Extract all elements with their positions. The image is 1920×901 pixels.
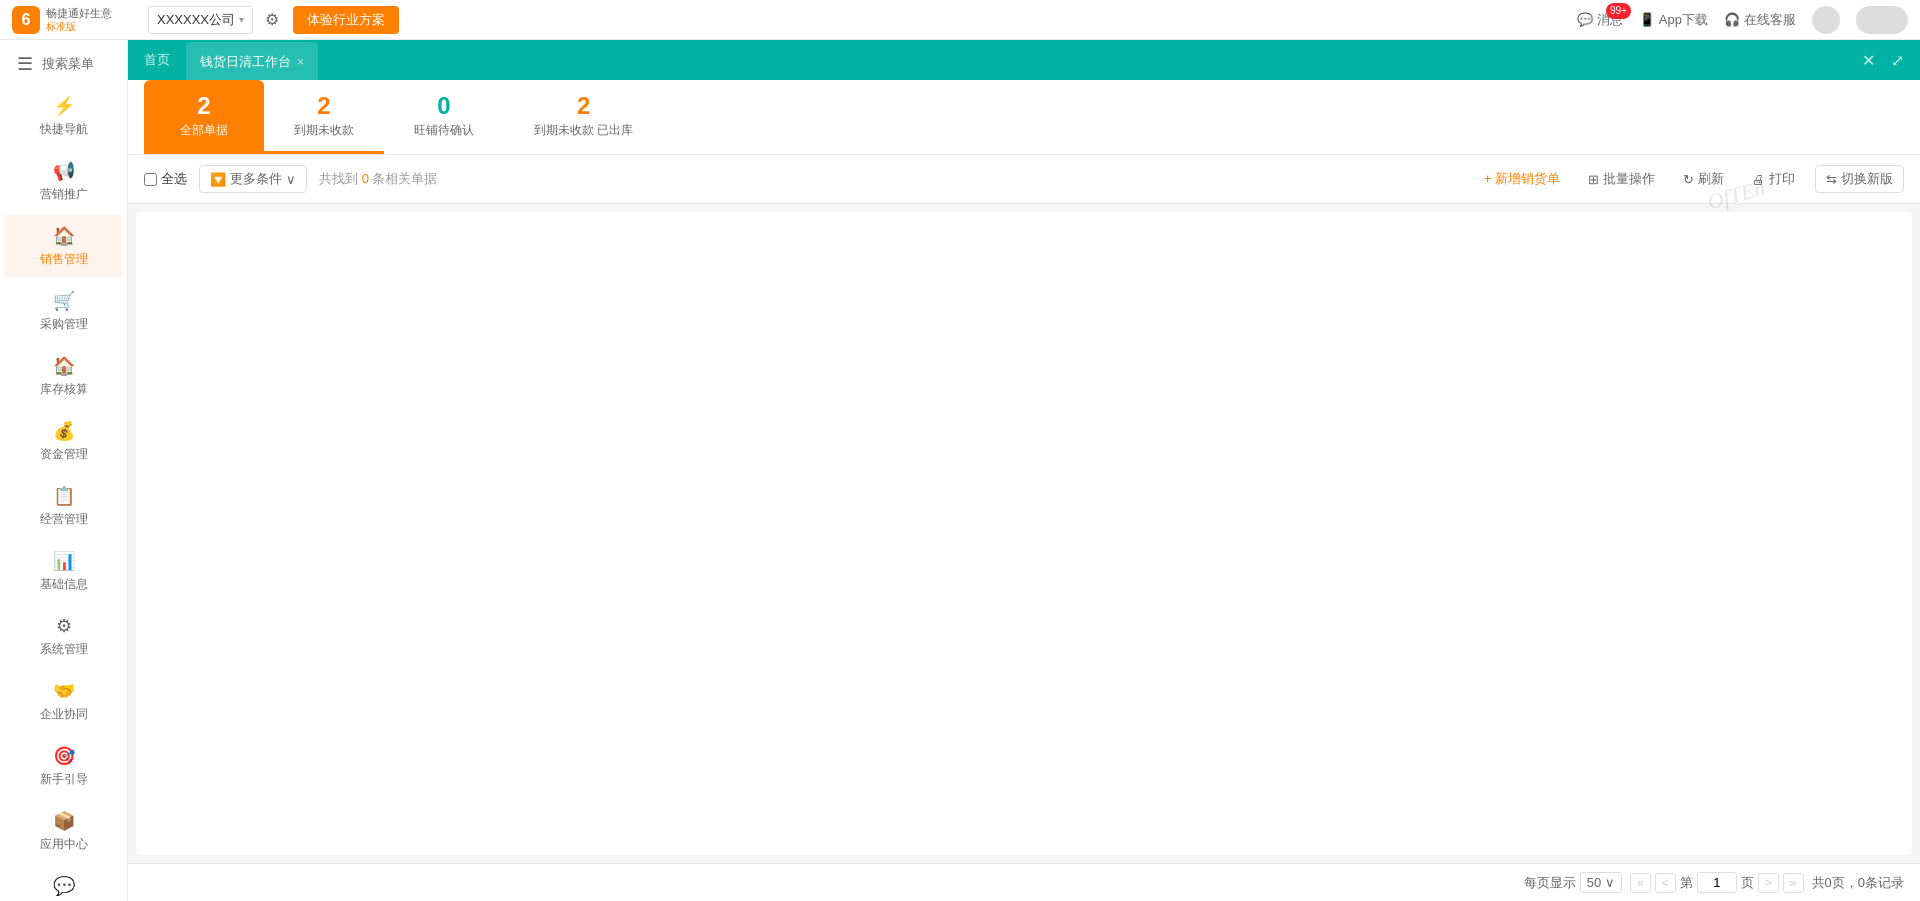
window-close-icon[interactable]: ✕ [1858,49,1879,72]
enterprise-icon: 🤝 [53,680,75,702]
stat-all[interactable]: 2 全部单据 [144,80,264,154]
sidebar-item-basic-info[interactable]: 📊 基础信息 [4,540,123,603]
last-page-button[interactable]: » [1783,873,1804,893]
sidebar-item-quick-nav[interactable]: ⚡ 快捷导航 [4,85,123,148]
page-size-chevron-icon: ∨ [1605,875,1615,890]
company-selector[interactable]: XXXXXX公司 ▾ [148,6,253,34]
found-count-text: 共找到 0 条相关单据 [319,170,437,188]
sidebar-item-search[interactable]: ☰ 搜索菜单 [4,45,123,83]
inventory-icon: 🏠 [53,355,75,377]
message-badge: 99+ [1606,3,1631,19]
user-name-placeholder[interactable] [1856,6,1908,34]
stat-overdue-unshipped[interactable]: 2 到期未收款 已出库 [504,80,663,154]
tab-bar: 首页 钱货日清工作台 × ✕ ⤢ [128,40,1920,80]
header-right: 💬 消息 99+ 📱 App下载 🎧 在线客服 [1577,6,1908,34]
select-all-input[interactable] [144,173,157,186]
switch-version-button[interactable]: ⇆ 切换新版 [1815,165,1904,193]
stat-overdue-unpaid[interactable]: 2 到期未收款 [264,80,384,154]
print-button[interactable]: 🖨 打印 [1744,166,1803,192]
total-records-text: 共0页，0条记录 [1812,874,1904,892]
sidebar-item-enterprise[interactable]: 🤝 企业协同 [4,670,123,733]
top-header: 6 畅捷通好生意 标准版 XXXXXX公司 ▾ ⚙ 体验行业方案 💬 消息 99… [0,0,1920,40]
found-count-number: 0 [362,171,369,186]
stats-bar: 2 全部单据 2 到期未收款 0 旺铺待确认 2 到期未收款 已出库 [128,80,1920,155]
app-center-icon: 📦 [53,810,75,832]
sidebar-item-finance[interactable]: 💰 资金管理 [4,410,123,473]
marketing-icon: 📢 [53,160,75,182]
settings-icon[interactable]: ⚙ [261,6,283,33]
download-icon: 📱 [1639,12,1655,27]
sidebar-item-inventory[interactable]: 🏠 库存核算 [4,345,123,408]
new-sales-order-button[interactable]: + 新增销货单 [1476,166,1568,192]
finance-icon: 💰 [53,420,75,442]
sidebar-item-system[interactable]: ⚙ 系统管理 [4,605,123,668]
switch-icon: ⇆ [1826,172,1837,187]
sidebar-item-purchase[interactable]: 🛒 采购管理 [4,280,123,343]
next-page-button[interactable]: > [1758,873,1779,893]
sidebar-item-operations[interactable]: 📋 经营管理 [4,475,123,538]
page-size-box[interactable]: 50 ∨ [1580,872,1622,893]
logo-icon: 6 [12,6,40,34]
page-navigation: « < 第 页 > » [1630,872,1803,893]
print-icon: 🖨 [1752,172,1765,187]
toolbar: 全选 🔽 更多条件 ∨ 共找到 0 条相关单据 + 新增销货单 ⊞ 批量 [128,155,1920,204]
service-icon: 🎧 [1724,12,1740,27]
pagination-bar: 每页显示 50 ∨ « < 第 页 > » 共0页，0条记录 [128,863,1920,901]
trial-button[interactable]: 体验行业方案 [293,6,399,34]
basic-info-icon: 📊 [53,550,75,572]
chevron-down-icon: ▾ [239,14,244,25]
wecom-icon: 💬 [53,875,75,897]
window-expand-icon[interactable]: ⤢ [1887,49,1908,72]
sidebar-item-marketing[interactable]: 📢 营销推广 [4,150,123,213]
user-avatar[interactable] [1812,6,1840,34]
batch-operation-button[interactable]: ⊞ 批量操作 [1580,166,1663,192]
purchase-icon: 🛒 [53,290,75,312]
app-download-button[interactable]: 📱 App下载 [1639,11,1708,29]
guide-icon: 🎯 [53,745,75,767]
message-button[interactable]: 💬 消息 99+ [1577,11,1623,29]
main-content: 首页 钱货日清工作台 × ✕ ⤢ 2 全部单据 2 到期未收款 [128,40,1920,901]
sidebar-item-sales[interactable]: 🏠 销售管理 [4,215,123,278]
sidebar-item-guide[interactable]: 🎯 新手引导 [4,735,123,798]
sidebar-item-app-center[interactable]: 📦 应用中心 [4,800,123,863]
first-page-button[interactable]: « [1630,873,1651,893]
sales-icon: 🏠 [53,225,75,247]
data-table [136,212,1912,855]
logo-area: 6 畅捷通好生意 标准版 [12,6,140,34]
tab-home[interactable]: 首页 [128,40,186,80]
refresh-icon: ↻ [1683,172,1694,187]
tab-bar-actions: ✕ ⤢ [1858,49,1920,72]
sidebar: ☰ 搜索菜单 ⚡ 快捷导航 📢 营销推广 🏠 销售管理 🛒 采购管理 🏠 库存核… [0,40,128,901]
sidebar-item-wecom[interactable]: 💬 企业微信 [4,865,123,901]
filter-icon: 🔽 [210,172,226,187]
logo-text: 畅捷通好生意 标准版 [46,6,112,33]
batch-icon: ⊞ [1588,172,1599,187]
online-service-button[interactable]: 🎧 在线客服 [1724,11,1796,29]
work-area: 2 全部单据 2 到期未收款 0 旺铺待确认 2 到期未收款 已出库 [128,80,1920,901]
main-layout: ☰ 搜索菜单 ⚡ 快捷导航 📢 营销推广 🏠 销售管理 🛒 采购管理 🏠 库存核… [0,40,1920,901]
quick-nav-icon: ⚡ [53,95,75,117]
refresh-button[interactable]: ↻ 刷新 [1675,166,1732,192]
search-menu-icon: ☰ [14,53,36,75]
operations-icon: 📋 [53,485,75,507]
toolbar-right: + 新增销货单 ⊞ 批量操作 ↻ 刷新 🖨 打印 ⇆ [1476,165,1904,193]
prev-page-button[interactable]: < [1655,873,1676,893]
system-icon: ⚙ [53,615,75,637]
select-all-checkbox[interactable]: 全选 [144,170,187,188]
page-size-selector: 每页显示 50 ∨ [1524,872,1622,893]
tab-close-icon[interactable]: × [297,55,304,69]
filter-button[interactable]: 🔽 更多条件 ∨ [199,165,307,193]
message-icon: 💬 [1577,12,1593,27]
stat-wangdian[interactable]: 0 旺铺待确认 [384,80,504,154]
filter-chevron-icon: ∨ [286,172,296,187]
tab-active[interactable]: 钱货日清工作台 × [186,42,318,82]
page-number-input[interactable] [1697,872,1737,893]
